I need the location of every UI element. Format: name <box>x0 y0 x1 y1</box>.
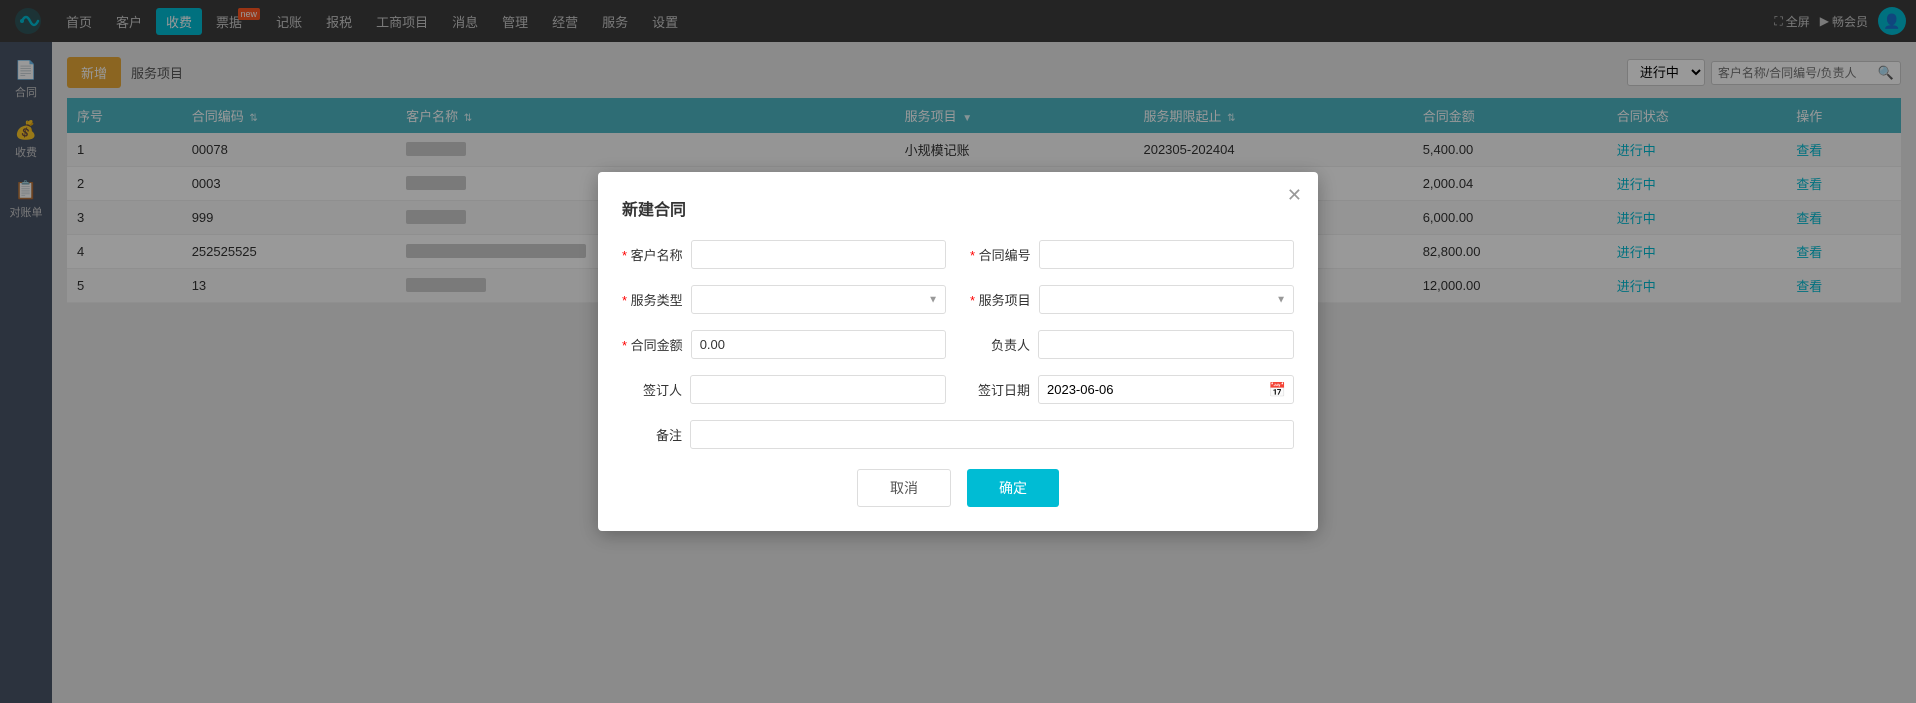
responsible-input[interactable] <box>1038 330 1294 359</box>
contract-no-input[interactable] <box>1039 240 1294 269</box>
contract-no-label: 合同编号 <box>970 245 1031 264</box>
service-type-select-wrap: ▼ <box>691 285 946 314</box>
signer-label: 签订人 <box>622 380 682 399</box>
confirm-button[interactable]: 确定 <box>967 469 1059 507</box>
new-contract-modal: ✕ 新建合同 客户名称 合同编号 服务类型 ▼ <box>598 172 1318 531</box>
sign-date-wrap: 📅 <box>1038 375 1294 404</box>
customer-name-row: 客户名称 <box>622 240 946 269</box>
sign-date-label: 签订日期 <box>970 380 1030 399</box>
modal-title: 新建合同 <box>622 196 1294 220</box>
customer-name-label: 客户名称 <box>622 245 683 264</box>
cancel-button[interactable]: 取消 <box>857 469 951 507</box>
signer-input[interactable] <box>690 375 946 404</box>
contract-amount-label: 合同金额 <box>622 335 683 354</box>
customer-name-input[interactable] <box>691 240 946 269</box>
service-type-row: 服务类型 ▼ <box>622 285 946 314</box>
contract-no-row: 合同编号 <box>970 240 1294 269</box>
sign-date-row: 签订日期 📅 <box>970 375 1294 404</box>
sign-date-input[interactable] <box>1038 375 1294 404</box>
service-item-label: 服务项目 <box>970 290 1031 309</box>
responsible-label: 负责人 <box>970 335 1030 354</box>
modal-close-button[interactable]: ✕ <box>1287 186 1302 204</box>
modal-overlay[interactable]: ✕ 新建合同 客户名称 合同编号 服务类型 ▼ <box>0 0 1916 703</box>
modal-footer: 取消 确定 <box>622 469 1294 507</box>
remark-input[interactable] <box>690 420 1294 449</box>
service-type-select[interactable] <box>691 285 946 314</box>
remark-label: 备注 <box>622 425 682 444</box>
service-type-label: 服务类型 <box>622 290 683 309</box>
remark-row: 备注 <box>622 420 1294 449</box>
service-item-select[interactable] <box>1039 285 1294 314</box>
service-item-row: 服务项目 ▼ <box>970 285 1294 314</box>
signer-row: 签订人 <box>622 375 946 404</box>
form-grid: 客户名称 合同编号 服务类型 ▼ 服务项目 <box>622 240 1294 404</box>
contract-amount-row: 合同金额 <box>622 330 946 359</box>
service-item-select-wrap: ▼ <box>1039 285 1294 314</box>
responsible-row: 负责人 <box>970 330 1294 359</box>
contract-amount-input[interactable] <box>691 330 946 359</box>
